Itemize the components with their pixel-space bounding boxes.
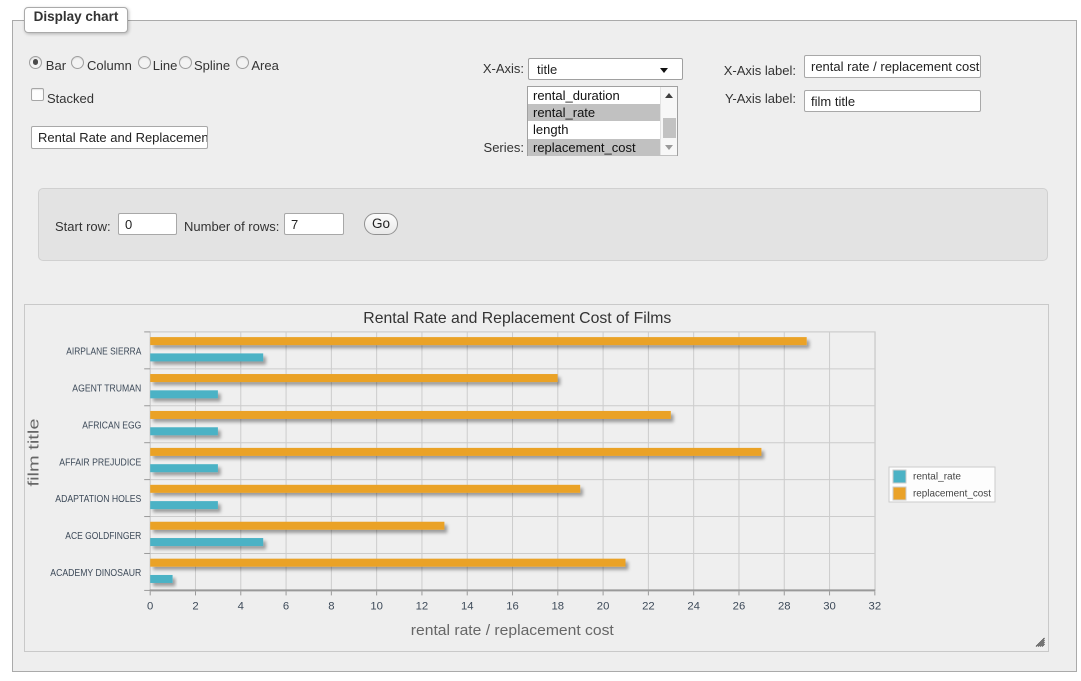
svg-text:AFRICAN EGG: AFRICAN EGG [82, 420, 141, 431]
svg-text:32: 32 [869, 600, 882, 612]
svg-text:24: 24 [687, 600, 700, 612]
svg-text:18: 18 [552, 600, 565, 612]
svg-text:rental_rate: rental_rate [913, 471, 961, 483]
svg-text:AIRPLANE SIERRA: AIRPLANE SIERRA [66, 346, 141, 357]
svg-text:ACADEMY DINOSAUR: ACADEMY DINOSAUR [50, 568, 141, 579]
svg-text:6: 6 [283, 600, 289, 612]
svg-text:replacement_cost: replacement_cost [913, 488, 991, 500]
svg-text:0: 0 [147, 600, 153, 612]
svg-text:12: 12 [416, 600, 429, 612]
svg-text:rental rate / replacement cost: rental rate / replacement cost [411, 623, 614, 639]
svg-text:Rental Rate and Replacement Co: Rental Rate and Replacement Cost of Film… [363, 310, 671, 327]
svg-text:26: 26 [733, 600, 746, 612]
svg-text:22: 22 [642, 600, 655, 612]
svg-text:20: 20 [597, 600, 610, 612]
svg-text:14: 14 [461, 600, 474, 612]
svg-text:AGENT TRUMAN: AGENT TRUMAN [72, 383, 141, 394]
svg-text:10: 10 [370, 600, 383, 612]
svg-text:ACE GOLDFINGER: ACE GOLDFINGER [65, 531, 141, 542]
svg-text:8: 8 [328, 600, 334, 612]
svg-text:28: 28 [778, 600, 791, 612]
svg-text:AFFAIR PREJUDICE: AFFAIR PREJUDICE [59, 457, 141, 468]
svg-text:16: 16 [506, 600, 519, 612]
svg-text:30: 30 [823, 600, 836, 612]
svg-text:2: 2 [192, 600, 198, 612]
svg-text:ADAPTATION HOLES: ADAPTATION HOLES [55, 494, 141, 505]
svg-text:film title: film title [27, 419, 43, 487]
svg-text:4: 4 [238, 600, 244, 612]
